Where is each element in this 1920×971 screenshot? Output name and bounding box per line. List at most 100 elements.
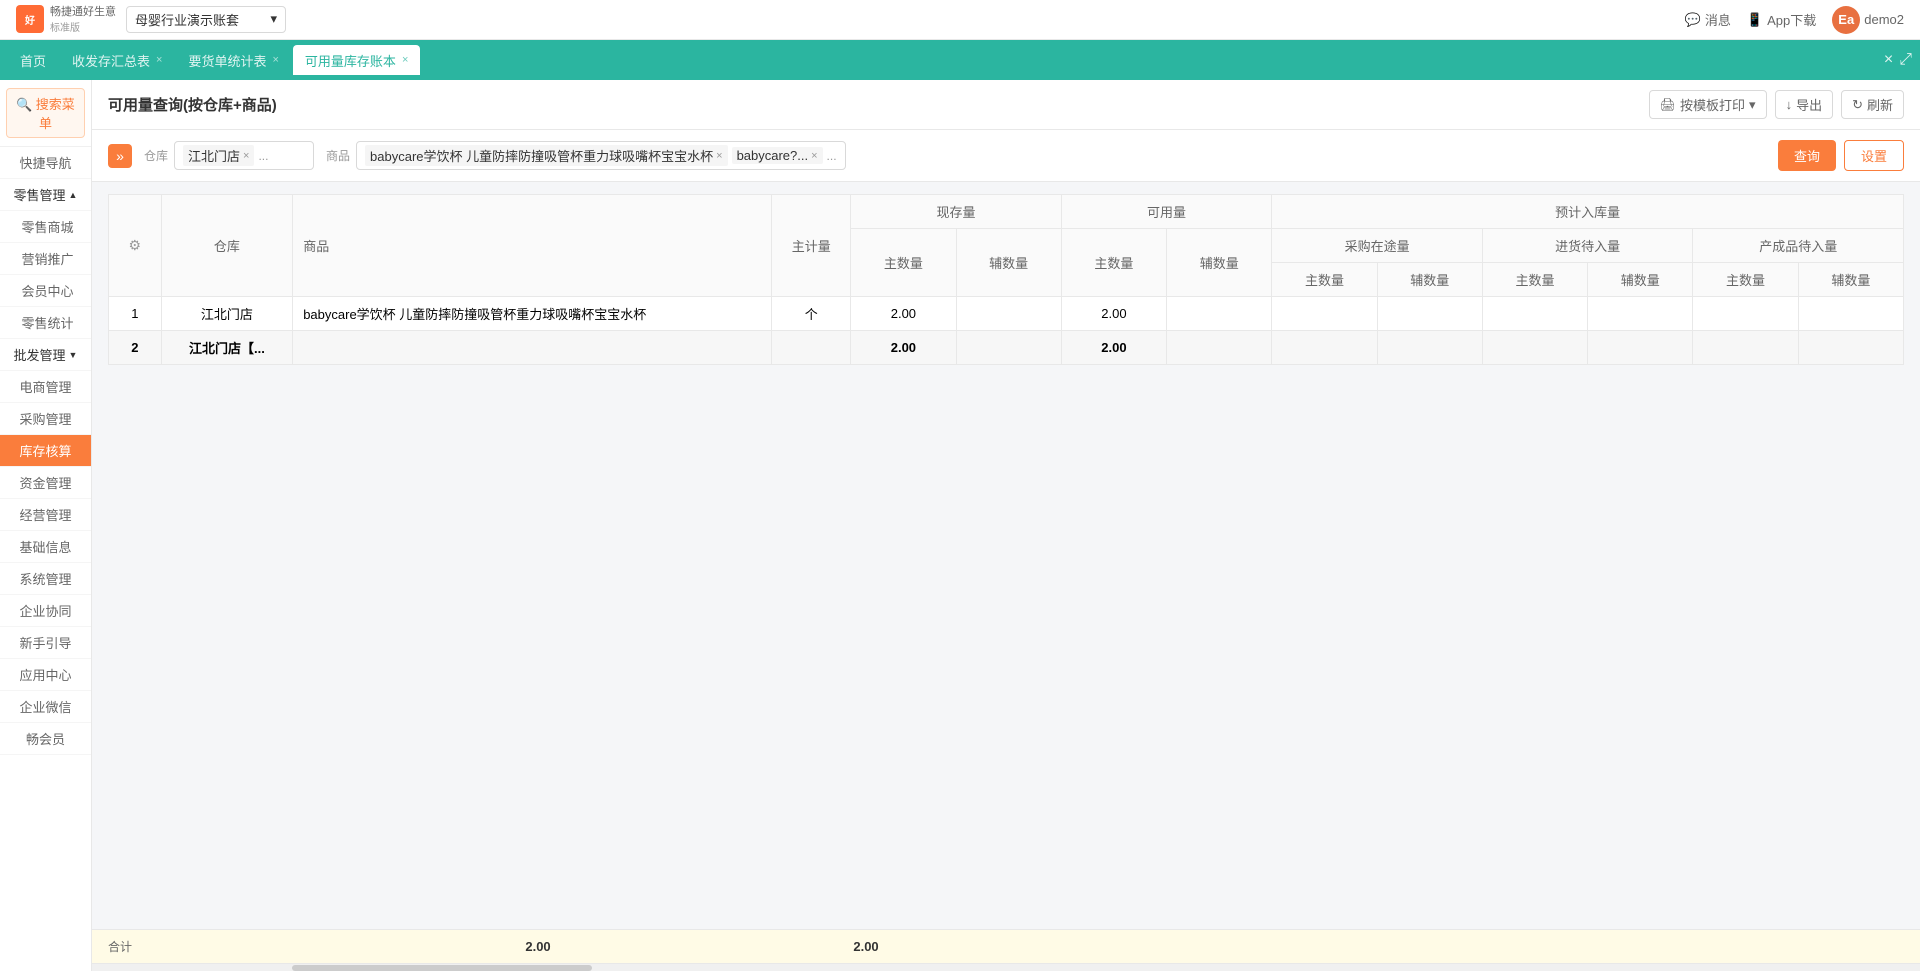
footer-label: 合计 xyxy=(108,938,132,955)
sidebar-item-inventory[interactable]: 库存核算 xyxy=(0,435,91,467)
ecommerce-label: 电商管理 xyxy=(19,380,71,395)
row1-transit-main xyxy=(1482,297,1587,331)
tab-expand-btn[interactable]: ⤢ xyxy=(1899,51,1912,69)
table-wrapper: ⚙ 仓库 商品 主计量 现存量 可用量 预计入库量 主数量 辅数量 主数量 辅数… xyxy=(92,182,1920,929)
app-download-label: App下载 xyxy=(1767,10,1816,29)
scroll-track[interactable] xyxy=(92,963,1920,971)
row1-prod-main xyxy=(1693,297,1798,331)
export-btn[interactable]: ↓ 导出 xyxy=(1775,90,1834,119)
sidebar-item-finance[interactable]: 资金管理 xyxy=(0,467,91,499)
refresh-icon: ↻ xyxy=(1852,97,1863,113)
warehouse-tag-close[interactable]: × xyxy=(243,150,249,162)
tab-receive-pay[interactable]: 收发存汇总表 × xyxy=(60,45,174,75)
tab-order-stats[interactable]: 要货单统计表 × xyxy=(176,45,290,75)
user-menu[interactable]: Ea demo2 xyxy=(1832,6,1904,34)
sidebar-item-enterprise[interactable]: 企业协同 xyxy=(0,595,91,627)
filter-toggle-btn[interactable]: » xyxy=(108,144,132,168)
enterprise-label: 企业协同 xyxy=(19,604,71,619)
tab-available-stock-close[interactable]: × xyxy=(402,54,408,66)
purchase-main-header: 主数量 xyxy=(1272,263,1377,297)
sidebar-item-purchase[interactable]: 采购管理 xyxy=(0,403,91,435)
tab-order-stats-close[interactable]: × xyxy=(272,54,278,66)
sidebar-item-new-guide[interactable]: 新手引导 xyxy=(0,627,91,659)
sidebar-item-ecommerce[interactable]: 电商管理 xyxy=(0,371,91,403)
template-print-btn[interactable]: 🖨 按模板打印 ▾ xyxy=(1649,90,1767,119)
setting-btn[interactable]: 设置 xyxy=(1844,140,1904,171)
print-chevron: ▾ xyxy=(1749,97,1756,113)
logo-sub: 标准版 xyxy=(50,19,116,34)
sidebar-item-basic-info[interactable]: 基础信息 xyxy=(0,531,91,563)
industry-selector[interactable]: 母婴行业演示账套 ▾ xyxy=(126,6,286,33)
content-area: 可用量查询(按仓库+商品) 🖨 按模板打印 ▾ ↓ 导出 ↻ 刷新 » xyxy=(92,80,1920,971)
refresh-label: 刷新 xyxy=(1867,95,1893,114)
warehouse-filter-input[interactable]: 江北门店 × ... xyxy=(174,141,314,170)
tab-close-all-btn[interactable]: × xyxy=(1884,51,1893,69)
sidebar-item-app-center[interactable]: 应用中心 xyxy=(0,659,91,691)
row2-seq: 2 xyxy=(109,331,162,365)
sidebar-search-btn[interactable]: 🔍 搜索菜单 xyxy=(6,88,85,138)
row1-seq: 1 xyxy=(109,297,162,331)
marketing-label: 营销推广 xyxy=(21,252,73,267)
table-footer: 合计 2.00 2.00 xyxy=(92,929,1920,963)
available-group-header: 可用量 xyxy=(1061,195,1272,229)
sidebar-item-retail-stats[interactable]: 零售统计 xyxy=(0,307,91,339)
row2-prod-aux xyxy=(1798,331,1903,365)
tab-available-stock[interactable]: 可用量库存账本 × xyxy=(293,45,420,75)
row1-unit: 个 xyxy=(772,297,851,331)
search-icon: 🔍 xyxy=(16,97,32,112)
tab-home[interactable]: 首页 xyxy=(8,45,58,75)
sidebar-retail-label: 零售管理 xyxy=(14,185,66,204)
row1-purchase-main xyxy=(1272,297,1377,331)
col-settings-header[interactable]: ⚙ xyxy=(109,195,162,297)
sidebar-item-enterprise-wechat[interactable]: 企业微信 xyxy=(0,691,91,723)
app-download-action[interactable]: 📱 App下载 xyxy=(1747,10,1816,29)
avatar: Ea xyxy=(1832,6,1860,34)
row2-stock-main: 2.00 xyxy=(851,331,956,365)
row1-stock-aux xyxy=(956,297,1061,331)
tab-receive-pay-close[interactable]: × xyxy=(156,54,162,66)
finance-label: 资金管理 xyxy=(19,476,71,491)
product-tag2-close[interactable]: × xyxy=(811,150,817,162)
tab-bar: 首页 收发存汇总表 × 要货单统计表 × 可用量库存账本 × × ⤢ xyxy=(0,40,1920,80)
sidebar-item-member[interactable]: 会员中心 xyxy=(0,275,91,307)
row2-purchase-aux xyxy=(1377,331,1482,365)
row1-avail-aux xyxy=(1167,297,1272,331)
row2-purchase-main xyxy=(1272,331,1377,365)
sidebar-item-operations[interactable]: 经营管理 xyxy=(0,499,91,531)
purchase-aux-header: 辅数量 xyxy=(1377,263,1482,297)
sidebar-item-marketing[interactable]: 营销推广 xyxy=(0,243,91,275)
product-tag1-value: babycare学饮杯 儿童防摔防撞吸管杯重力球吸嘴杯宝宝水杯 xyxy=(370,146,713,165)
warehouse-filter-more[interactable]: ... xyxy=(258,149,268,163)
refresh-btn[interactable]: ↻ 刷新 xyxy=(1841,90,1904,119)
sidebar-item-vip[interactable]: 畅会员 xyxy=(0,723,91,755)
sidebar-item-retail[interactable]: 零售管理 ▲ xyxy=(0,179,91,211)
message-label: 消息 xyxy=(1705,10,1731,29)
query-btn[interactable]: 查询 xyxy=(1778,140,1836,171)
prod-aux-header: 辅数量 xyxy=(1798,263,1903,297)
member-label: 会员中心 xyxy=(21,284,73,299)
product-filter-more[interactable]: ... xyxy=(827,149,837,163)
operations-label: 经营管理 xyxy=(19,508,71,523)
message-action[interactable]: 💬 消息 xyxy=(1685,10,1731,29)
sidebar-item-retail-shop[interactable]: 零售商城 xyxy=(0,211,91,243)
sidebar-item-wholesale[interactable]: 批发管理 ▼ xyxy=(0,339,91,371)
purchase-label: 采购管理 xyxy=(19,412,71,427)
footer-stock-main: 2.00 xyxy=(478,939,598,954)
enterprise-wechat-label: 企业微信 xyxy=(19,700,71,715)
product-filter-input[interactable]: babycare学饮杯 儿童防摔防撞吸管杯重力球吸嘴杯宝宝水杯 × babyca… xyxy=(356,141,846,170)
row2-transit-main xyxy=(1482,331,1587,365)
product-tag2-value: babycare?... xyxy=(737,148,809,163)
tab-order-stats-label: 要货单统计表 xyxy=(188,51,266,70)
product-tag1-close[interactable]: × xyxy=(716,150,722,162)
row2-stock-aux xyxy=(956,331,1061,365)
row2-avail-main: 2.00 xyxy=(1061,331,1166,365)
sidebar-item-quick-nav[interactable]: 快捷导航 xyxy=(0,147,91,179)
prod-main-header: 主数量 xyxy=(1693,263,1798,297)
sidebar-item-system[interactable]: 系统管理 xyxy=(0,563,91,595)
scroll-thumb[interactable] xyxy=(292,965,592,971)
export-label: 导出 xyxy=(1796,95,1822,114)
stock-group-header: 现存量 xyxy=(851,195,1062,229)
logo-area: 好 畅捷通好生意 标准版 xyxy=(16,5,116,34)
logo-text-area: 畅捷通好生意 标准版 xyxy=(50,5,116,34)
message-icon: 💬 xyxy=(1685,12,1701,28)
